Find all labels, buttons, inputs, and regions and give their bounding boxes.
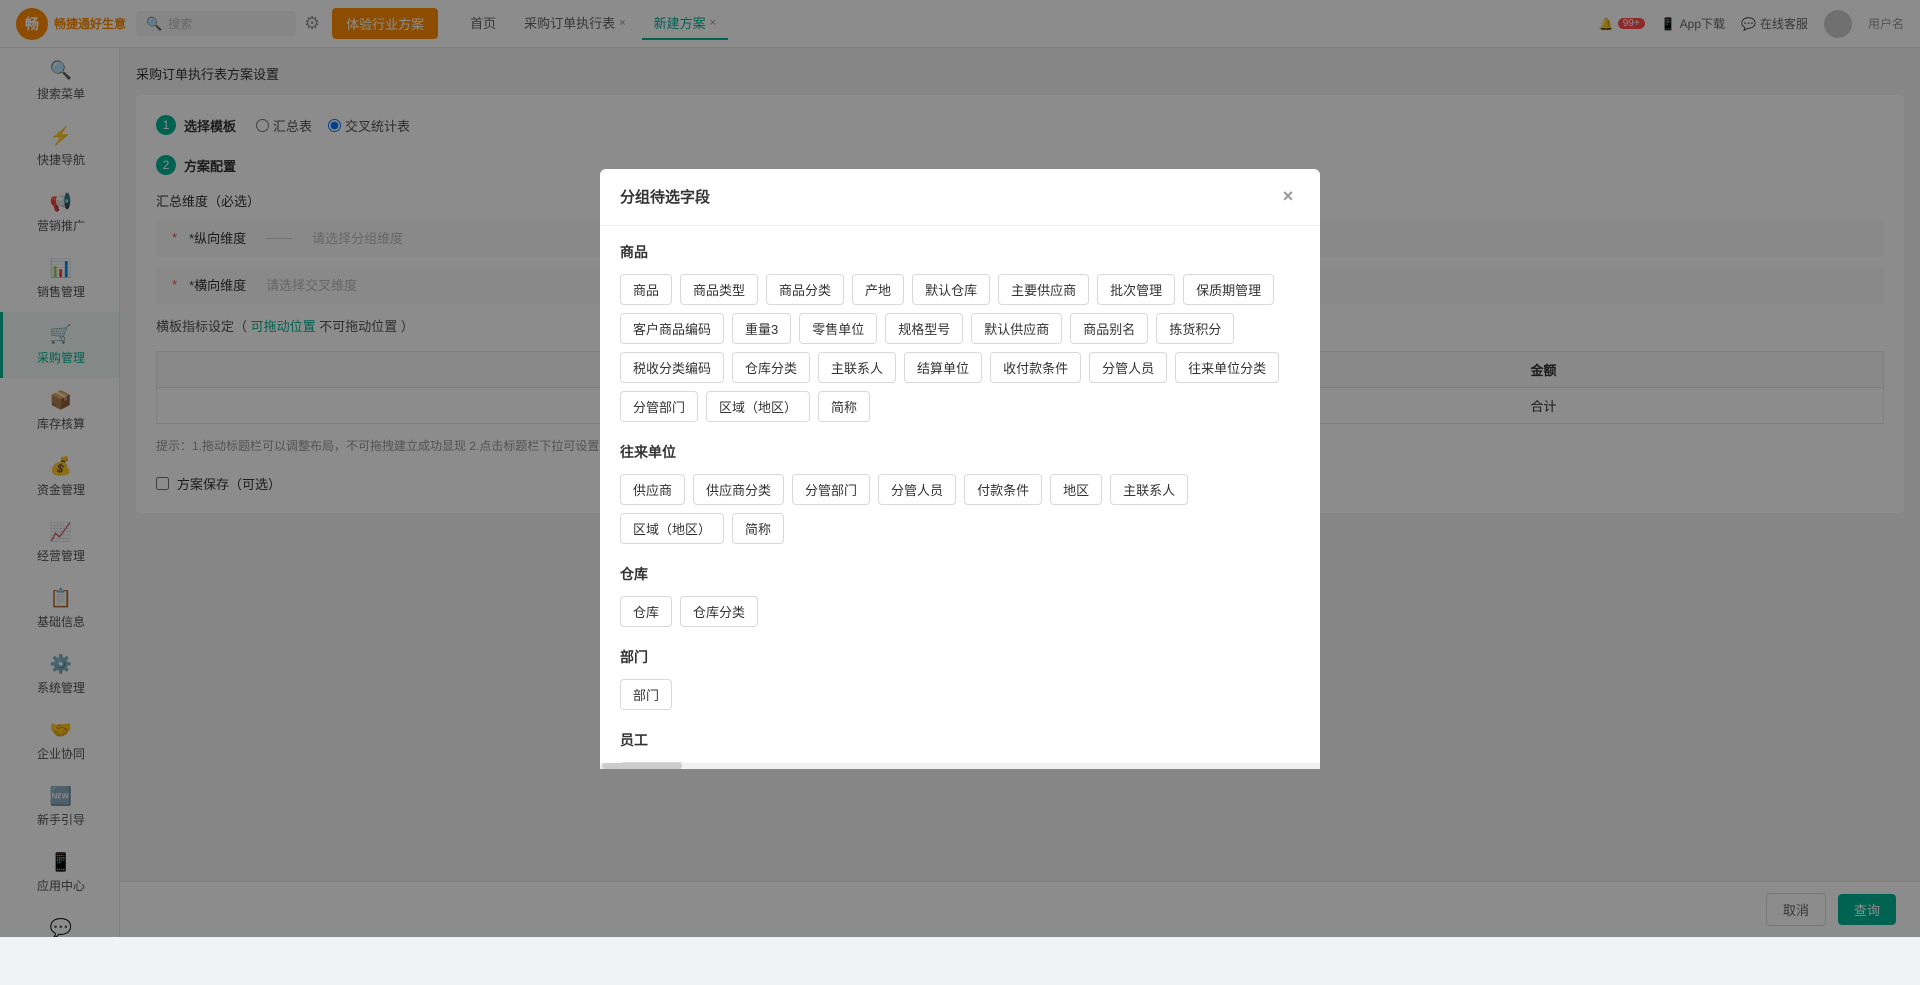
field-tag-goods-alias[interactable]: 商品别名 bbox=[1070, 313, 1148, 344]
field-tag-main-contact2[interactable]: 主联系人 bbox=[1110, 474, 1188, 505]
field-tag-warehouse-cat[interactable]: 仓库分类 bbox=[732, 352, 810, 383]
modal-overlay[interactable]: 分组待选字段 × 商品 商品 商品类型 商品分类 产地 默认仓库 主要供应商 批… bbox=[0, 0, 1920, 937]
goods-section-title: 商品 bbox=[620, 242, 1300, 262]
field-tag-supervise-dept[interactable]: 分管部门 bbox=[620, 391, 698, 422]
partner-section: 往来单位 供应商 供应商分类 分管部门 分管人员 付款条件 地区 主联系人 区域… bbox=[620, 442, 1300, 544]
field-tag-region2[interactable]: 区域（地区） bbox=[620, 513, 724, 544]
field-tag-region[interactable]: 区域（地区） bbox=[706, 391, 810, 422]
field-tag-department[interactable]: 部门 bbox=[620, 679, 672, 710]
department-section-title: 部门 bbox=[620, 647, 1300, 667]
field-tag-tax-code[interactable]: 税收分类编码 bbox=[620, 352, 724, 383]
field-tag-origin[interactable]: 产地 bbox=[852, 274, 904, 305]
field-tag-supplier-cat[interactable]: 供应商分类 bbox=[693, 474, 784, 505]
warehouse-field-tags: 仓库 仓库分类 bbox=[620, 596, 1300, 627]
field-tag-short-name[interactable]: 简称 bbox=[818, 391, 870, 422]
field-tag-customer-code[interactable]: 客户商品编码 bbox=[620, 313, 724, 344]
field-tag-settlement-unit[interactable]: 结算单位 bbox=[904, 352, 982, 383]
field-tag-goods-type[interactable]: 商品类型 bbox=[680, 274, 758, 305]
field-tag-supplier[interactable]: 供应商 bbox=[620, 474, 685, 505]
department-section: 部门 部门 bbox=[620, 647, 1300, 710]
modal-hscroll-thumb bbox=[602, 763, 682, 769]
field-tag-warehouse[interactable]: 仓库 bbox=[620, 596, 672, 627]
field-tag-partner-cat[interactable]: 往来单位分类 bbox=[1175, 352, 1279, 383]
employee-section: 员工 业务员 bbox=[620, 730, 1300, 763]
field-tag-warehouse-category[interactable]: 仓库分类 bbox=[680, 596, 758, 627]
modal-title: 分组待选字段 bbox=[620, 186, 710, 207]
field-tag-default-warehouse[interactable]: 默认仓库 bbox=[912, 274, 990, 305]
field-tag-goods[interactable]: 商品 bbox=[620, 274, 672, 305]
field-tag-pay-terms[interactable]: 付款条件 bbox=[964, 474, 1042, 505]
field-tag-staff-mgmt[interactable]: 分管人员 bbox=[878, 474, 956, 505]
goods-field-tags: 商品 商品类型 商品分类 产地 默认仓库 主要供应商 批次管理 保质期管理 客户… bbox=[620, 274, 1300, 422]
field-tag-weight[interactable]: 重量3 bbox=[732, 313, 791, 344]
field-tag-retail-unit[interactable]: 零售单位 bbox=[799, 313, 877, 344]
field-tag-main-contact[interactable]: 主联系人 bbox=[818, 352, 896, 383]
partner-section-title: 往来单位 bbox=[620, 442, 1300, 462]
partner-field-tags: 供应商 供应商分类 分管部门 分管人员 付款条件 地区 主联系人 区域（地区） … bbox=[620, 474, 1300, 544]
field-tag-supervisor[interactable]: 分管人员 bbox=[1089, 352, 1167, 383]
field-tag-dept-mgmt[interactable]: 分管部门 bbox=[792, 474, 870, 505]
warehouse-section-title: 仓库 bbox=[620, 564, 1300, 584]
goods-section: 商品 商品 商品类型 商品分类 产地 默认仓库 主要供应商 批次管理 保质期管理… bbox=[620, 242, 1300, 422]
department-field-tags: 部门 bbox=[620, 679, 1300, 710]
field-tag-batch-mgmt[interactable]: 批次管理 bbox=[1097, 274, 1175, 305]
field-tag-shelf-life[interactable]: 保质期管理 bbox=[1183, 274, 1274, 305]
field-tag-default-supplier[interactable]: 默认供应商 bbox=[971, 313, 1062, 344]
field-tag-main-supplier[interactable]: 主要供应商 bbox=[998, 274, 1089, 305]
field-tag-area[interactable]: 地区 bbox=[1050, 474, 1102, 505]
modal-header: 分组待选字段 × bbox=[600, 169, 1320, 226]
modal-body: 商品 商品 商品类型 商品分类 产地 默认仓库 主要供应商 批次管理 保质期管理… bbox=[600, 226, 1320, 763]
field-tag-pick-points[interactable]: 拣货积分 bbox=[1156, 313, 1234, 344]
modal-hscroll[interactable] bbox=[600, 763, 1320, 769]
field-tag-goods-category[interactable]: 商品分类 bbox=[766, 274, 844, 305]
modal-close-button[interactable]: × bbox=[1276, 185, 1300, 209]
employee-section-title: 员工 bbox=[620, 730, 1300, 750]
field-tag-short-name2[interactable]: 简称 bbox=[732, 513, 784, 544]
field-tag-spec[interactable]: 规格型号 bbox=[885, 313, 963, 344]
warehouse-section: 仓库 仓库 仓库分类 bbox=[620, 564, 1300, 627]
field-tag-payment-terms[interactable]: 收付款条件 bbox=[990, 352, 1081, 383]
modal-dialog: 分组待选字段 × 商品 商品 商品类型 商品分类 产地 默认仓库 主要供应商 批… bbox=[600, 169, 1320, 769]
